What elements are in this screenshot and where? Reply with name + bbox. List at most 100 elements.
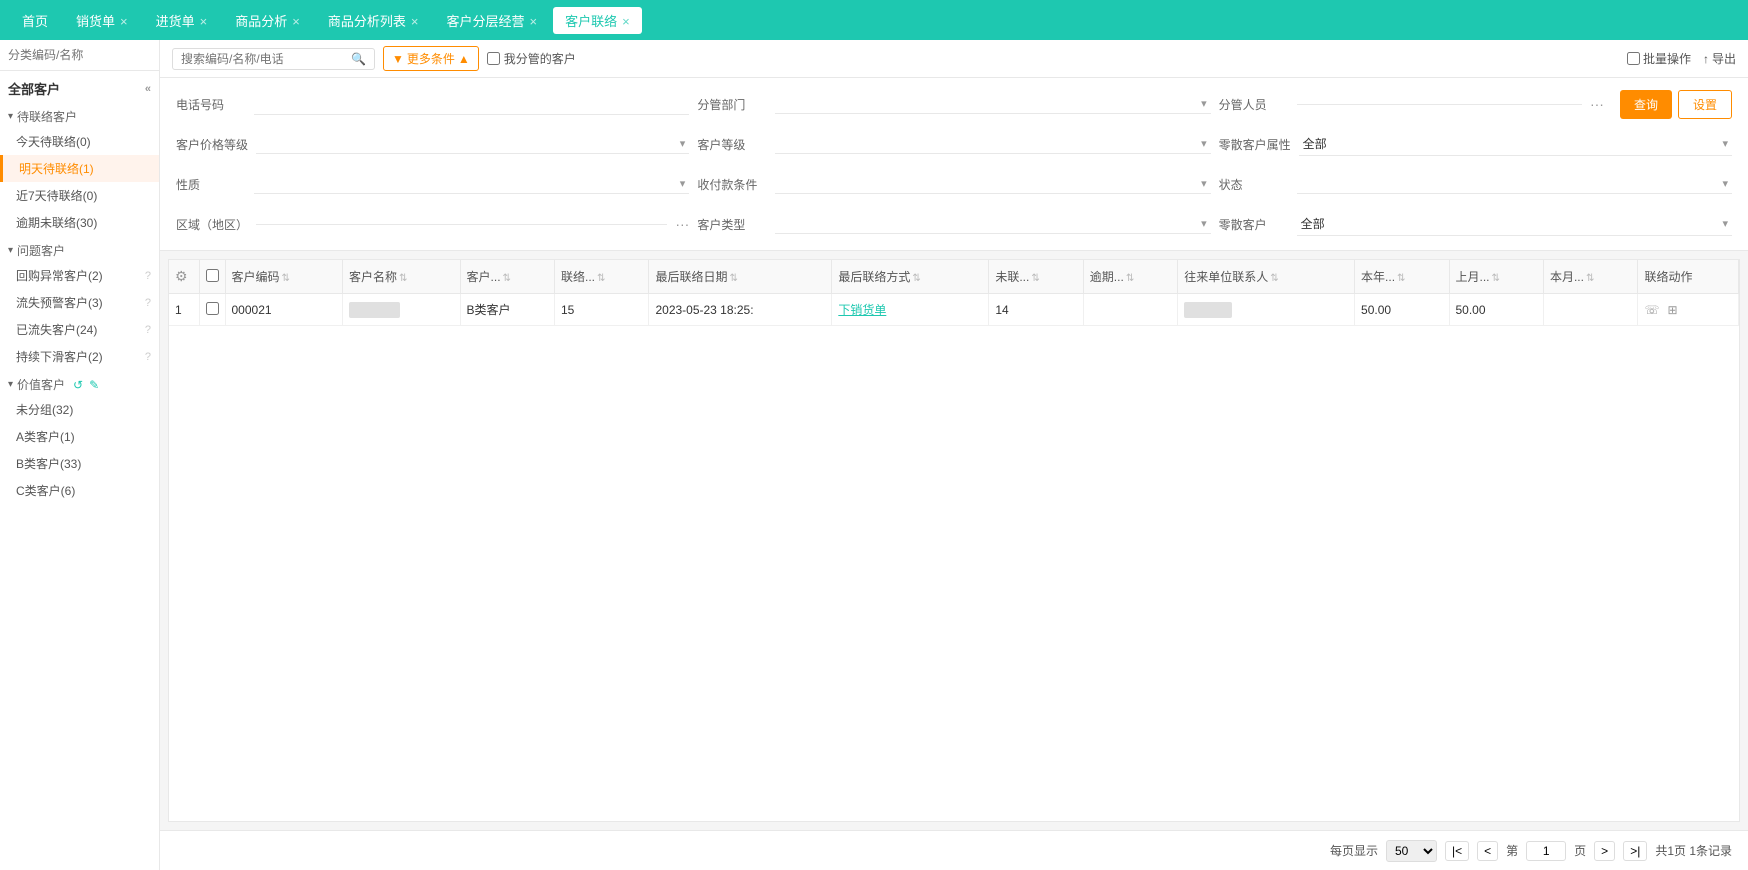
my-customers-check[interactable] [487, 52, 500, 65]
export-label: 导出 [1712, 50, 1736, 67]
batch-op-label: 批量操作 [1643, 50, 1691, 67]
sidebar-item-c-class[interactable]: C类客户(6) [0, 477, 159, 504]
gender-label: 性质 [176, 176, 246, 193]
nav-sales[interactable]: 销货单× [64, 7, 140, 34]
status-select[interactable]: ▾ [1297, 174, 1732, 194]
sidebar-item-tomorrow[interactable]: 明天待联络(1) [0, 155, 159, 182]
sidebar-item-churn-warning[interactable]: 流失预警客户(3)? [0, 289, 159, 316]
gear-icon[interactable]: ⚙ [175, 268, 188, 284]
customer-level-label: 客户等级 [697, 136, 767, 153]
phone-input[interactable] [254, 94, 689, 115]
filter-customer-type: 客户类型 ▾ [697, 208, 1210, 240]
retail-customer-select[interactable]: 全部 ▾ [1297, 212, 1732, 236]
set-button[interactable]: 设置 [1678, 90, 1732, 119]
row-contacts [1178, 294, 1355, 326]
nav-customer-tier[interactable]: 客户分层经营× [434, 7, 549, 34]
pagination: 每页显示 50 100 200 |< < 第 页 > >| 共1页 1条记录 [160, 830, 1748, 870]
row-checkbox[interactable] [199, 294, 225, 326]
col-type-header: 客户...⇅ [460, 260, 554, 294]
region-dots[interactable]: ··· [675, 216, 689, 232]
toolbar-search-input[interactable] [181, 52, 351, 66]
nav-goods-analysis[interactable]: 商品分析× [223, 7, 312, 34]
all-customers-header[interactable]: 全部客户 « [0, 71, 159, 102]
sidebar-item-b-class[interactable]: B类客户(33) [0, 450, 159, 477]
sidebar-search-bar[interactable]: 🔍 [0, 40, 159, 71]
row-this-month [1543, 294, 1637, 326]
page-number-input[interactable] [1526, 841, 1566, 861]
row-type: B类客户 [460, 294, 554, 326]
retail-attr-label: 零散客户属性 [1219, 136, 1291, 153]
col-last-date-header: 最后联络日期⇅ [649, 260, 832, 294]
batch-op-check[interactable] [1627, 52, 1640, 65]
sidebar-search-input[interactable] [8, 48, 160, 62]
dept-arrow: ▾ [1201, 97, 1207, 110]
main-layout: 🔍 全部客户 « 待联络客户 今天待联络(0) 明天待联络(1) 近7天待联络(… [0, 40, 1748, 870]
row-num: 1 [169, 294, 199, 326]
filter-person: 分管人员 ··· 查询 设置 [1219, 88, 1732, 120]
sidebar: 🔍 全部客户 « 待联络客户 今天待联络(0) 明天待联络(1) 近7天待联络(… [0, 40, 160, 870]
nav-goods-list[interactable]: 商品分析列表× [316, 7, 431, 34]
nav-customer-contact[interactable]: 客户联络× [553, 7, 642, 34]
col-last-month-header: 上月...⇅ [1449, 260, 1543, 294]
dept-label: 分管部门 [697, 96, 767, 113]
more-filters-button[interactable]: ▼ 更多条件 ▲ [383, 46, 479, 71]
filter-dept: 分管部门 ▾ [697, 88, 1210, 120]
sidebar-item-churned[interactable]: 已流失客户(24)? [0, 316, 159, 343]
toolbar-search-icon[interactable]: 🔍 [351, 52, 366, 66]
customer-type-select[interactable]: ▾ [775, 214, 1210, 234]
price-level-select[interactable]: ▾ [256, 134, 689, 154]
page-suffix: 页 [1574, 842, 1586, 859]
sidebar-item-repurchase[interactable]: 回购异常客户(2)? [0, 262, 159, 289]
customer-table: ⚙ 客户编码⇅ 客户名称⇅ 客户...⇅ [168, 259, 1740, 822]
retail-attr-select[interactable]: 全部 ▾ [1299, 132, 1732, 156]
row-name: Ea [343, 294, 461, 326]
dept-select[interactable]: ▾ [775, 94, 1210, 114]
col-gear[interactable]: ⚙ [169, 260, 199, 294]
row-code: 000021 [225, 294, 343, 326]
customer-level-select[interactable]: ▾ [775, 134, 1210, 154]
last-page-button[interactable]: >| [1623, 841, 1647, 861]
per-page-select[interactable]: 50 100 200 [1386, 840, 1437, 862]
filter-phone: 电话号码 [176, 88, 689, 120]
filter-panel: 电话号码 分管部门 ▾ 分管人员 ··· 查询 设置 客户价格等级 [160, 78, 1748, 251]
nav-home[interactable]: 首页 [10, 7, 60, 34]
row-select-checkbox[interactable] [206, 302, 219, 315]
toolbar: 🔍 ▼ 更多条件 ▲ 我分管的客户 批量操作 ↑ 导出 [160, 40, 1748, 78]
last-method-link[interactable]: 下销货单 [838, 303, 886, 317]
export-button[interactable]: ↑ 导出 [1703, 50, 1736, 67]
sidebar-item-a-class[interactable]: A类客户(1) [0, 423, 159, 450]
phone-icon[interactable]: ☏ [1644, 303, 1659, 317]
sidebar-item-today[interactable]: 今天待联络(0) [0, 128, 159, 155]
toolbar-search[interactable]: 🔍 [172, 48, 375, 70]
table-row: 1 000021 Ea B类客户 15 2023-05-23 18:25: 下销… [169, 294, 1739, 326]
query-button[interactable]: 查询 [1620, 90, 1672, 119]
group-value-customers: 价值客户 ↺ ✎ [0, 370, 159, 396]
chevron-up-icon: ▲ [458, 52, 470, 66]
sidebar-item-overdue[interactable]: 逾期未联络(30) [0, 209, 159, 236]
all-customers-label: 全部客户 [8, 79, 60, 98]
sidebar-item-ungrouped[interactable]: 未分组(32) [0, 396, 159, 423]
sidebar-item-week[interactable]: 近7天待联络(0) [0, 182, 159, 209]
select-all-checkbox[interactable] [206, 269, 219, 282]
next-page-button[interactable]: > [1594, 841, 1615, 861]
grid-icon[interactable]: ⊞ [1667, 303, 1677, 317]
col-this-month-header: 本月...⇅ [1543, 260, 1637, 294]
col-overdue-header: 逾期...⇅ [1083, 260, 1177, 294]
region-label: 区域（地区） [176, 216, 248, 233]
prev-page-button[interactable]: < [1477, 841, 1498, 861]
batch-op-button[interactable]: 批量操作 [1627, 50, 1691, 67]
data-table: ⚙ 客户编码⇅ 客户名称⇅ 客户...⇅ [169, 260, 1739, 326]
retail-customer-label: 零散客户 [1219, 216, 1289, 233]
sidebar-item-declining[interactable]: 持续下滑客户(2)? [0, 343, 159, 370]
col-checkbox[interactable] [199, 260, 225, 294]
nav-purchase[interactable]: 进货单× [144, 7, 220, 34]
top-nav: 首页 销货单× 进货单× 商品分析× 商品分析列表× 客户分层经营× 客户联络× [0, 0, 1748, 40]
col-action-header: 联络动作 [1638, 260, 1739, 294]
gender-select[interactable]: ▾ [254, 174, 689, 194]
my-customers-checkbox[interactable]: 我分管的客户 [487, 50, 576, 67]
collapse-icon[interactable]: « [145, 83, 151, 95]
col-contacts-header: 往来单位联系人⇅ [1178, 260, 1355, 294]
payment-select[interactable]: ▾ [775, 174, 1210, 194]
person-dots[interactable]: ··· [1590, 96, 1604, 112]
first-page-button[interactable]: |< [1445, 841, 1469, 861]
